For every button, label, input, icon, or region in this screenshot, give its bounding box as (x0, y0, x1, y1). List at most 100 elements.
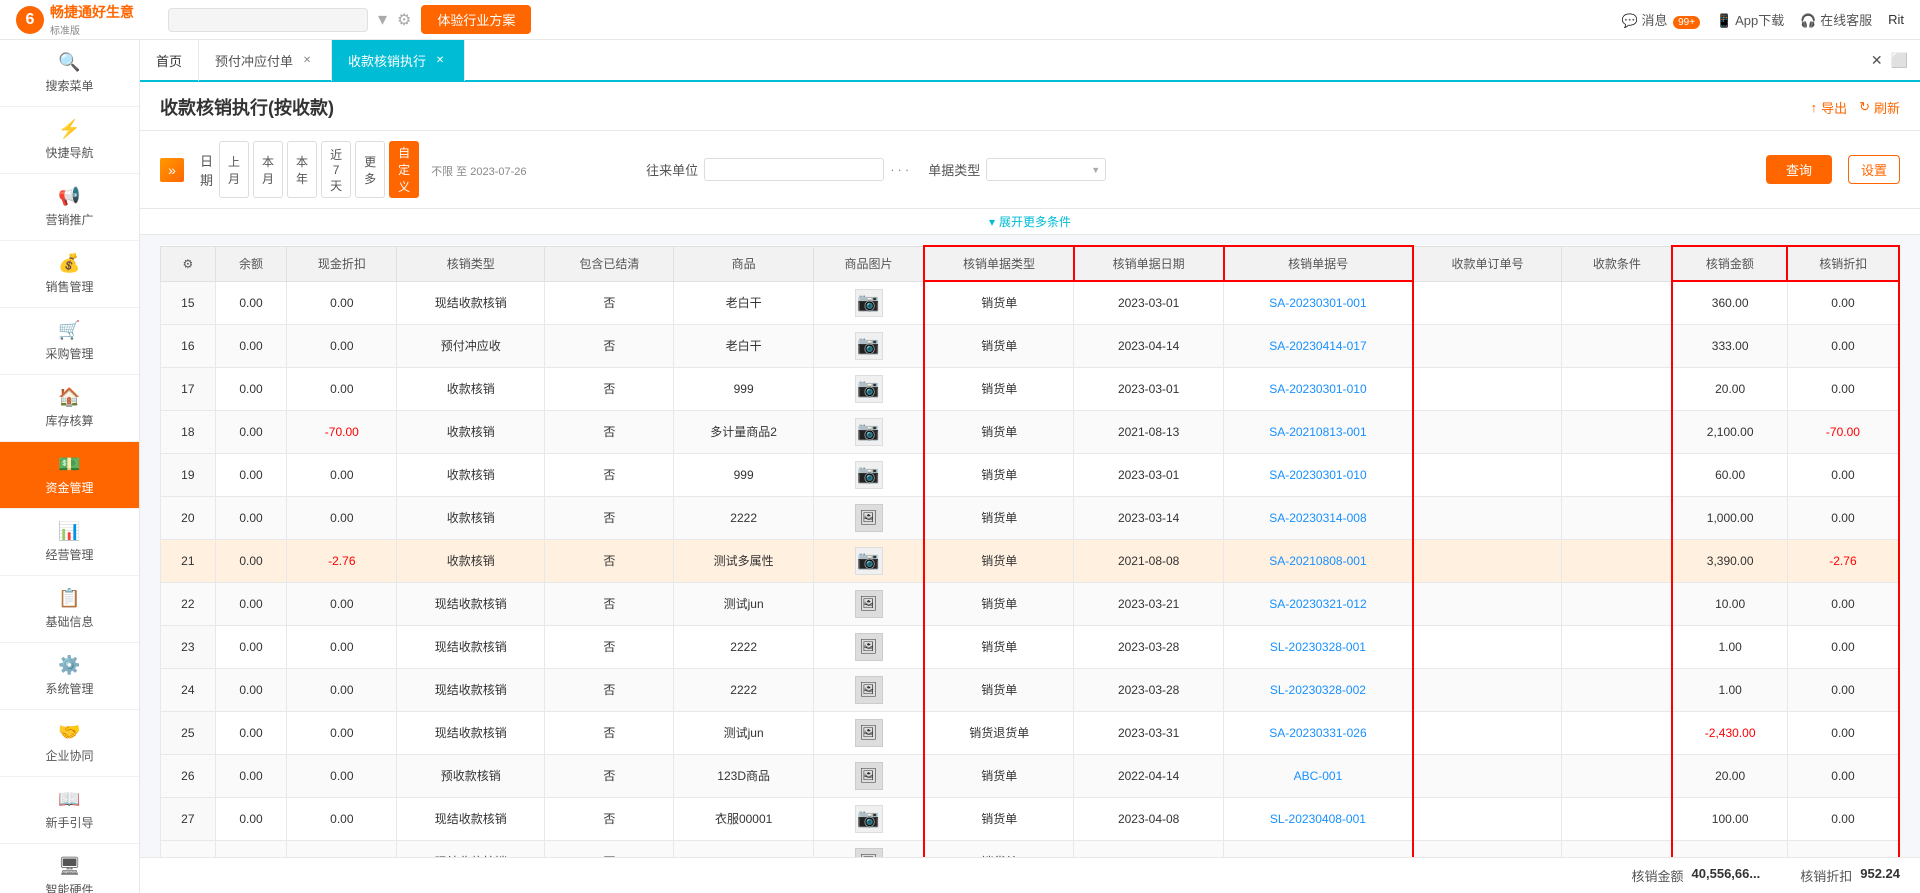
product-img-cell: 🖼 (813, 754, 924, 797)
sidebar-item-system[interactable]: ⚙️ 系统管理 (0, 643, 139, 710)
export-button[interactable]: ↑ 导出 (1811, 98, 1848, 117)
verify-bill-no-link[interactable]: SA-20230301-001 (1269, 296, 1366, 310)
footer-verify-discount: 核销折扣 952.24 (1800, 866, 1900, 885)
verify-amount-cell: 2,100.00 (1707, 425, 1754, 439)
verify-bill-date-cell: 2023-03-14 (1074, 496, 1224, 539)
sidebar-item-sales[interactable]: 💰 销售管理 (0, 241, 139, 308)
verify-type-cell: 现结收款核销 (397, 281, 545, 324)
sidebar-item-marketing[interactable]: 📢 营销推广 (0, 174, 139, 241)
verify-type-cell: 现结收款核销 (397, 625, 545, 668)
verify-bill-no-link[interactable]: SA-20210808-001 (1269, 554, 1366, 568)
balance-cell: 0.00 (215, 711, 287, 754)
verify-bill-no-link[interactable]: SA-20230314-008 (1269, 511, 1366, 525)
settings-button[interactable]: 设置 (1848, 155, 1900, 184)
close-verify-tab[interactable]: ✕ (432, 52, 448, 68)
verify-bill-type-cell: 销货单 (924, 496, 1074, 539)
tab-prepay[interactable]: 预付冲应付单 ✕ (199, 40, 332, 81)
sidebar-item-basic[interactable]: 📋 基础信息 (0, 576, 139, 643)
dropdown-icon[interactable]: ▾ (378, 9, 387, 30)
last-7days-btn[interactable]: 近7天 (321, 141, 351, 198)
verify-bill-no-link[interactable]: SA-20230331-026 (1269, 726, 1366, 740)
product-img-cell: 🖼 (813, 582, 924, 625)
verify-bill-no-cell: ABC-001 (1224, 754, 1413, 797)
table-row: 16 0.00 0.00 预付冲应收 否 老白干 📷 销货单 2023-04-1… (161, 324, 1900, 367)
cash-discount-cell: -2.76 (328, 554, 355, 568)
industry-solution-button[interactable]: 体验行业方案 (421, 5, 531, 34)
col-header-cash-discount: 现金折扣 (287, 246, 397, 281)
verify-bill-no-link[interactable]: SL-20230328-001 (1270, 640, 1366, 654)
verify-bill-no-cell: SA-20230314-008 (1224, 496, 1413, 539)
verify-discount-cell: 0.00 (1831, 468, 1854, 482)
sidebar-item-finance[interactable]: 💵 资金管理 (0, 442, 139, 509)
bill-type-select[interactable] (986, 158, 1106, 181)
sidebar-item-enterprise[interactable]: 🤝 企业协同 (0, 710, 139, 777)
verify-bill-no-link[interactable]: SL-20230328-002 (1270, 683, 1366, 697)
verify-bill-type-cell: 销货单 (924, 453, 1074, 496)
footer-verify-discount-value: 952.24 (1860, 866, 1900, 885)
verify-bill-date-cell: 2023-03-28 (1074, 625, 1224, 668)
cash-discount-cell-wrap: -2.76 (287, 539, 397, 582)
maximize-window-btn[interactable]: ⬜ (1891, 52, 1908, 69)
this-year-btn[interactable]: 本年 (287, 141, 317, 198)
this-month-btn[interactable]: 本月 (253, 141, 283, 198)
verify-bill-no-link[interactable]: SA-20230301-010 (1269, 468, 1366, 482)
row-id-cell: 23 (161, 625, 216, 668)
message-link[interactable]: 💬 消息 99+ (1622, 10, 1700, 29)
sidebar-item-quicknav[interactable]: ⚡ 快捷导航 (0, 107, 139, 174)
verify-type-cell: 预付冲应收 (397, 324, 545, 367)
tab-verify[interactable]: 收款核销执行 ✕ (332, 40, 465, 81)
settings-icon[interactable]: ⚙ (397, 10, 411, 30)
close-prepay-tab[interactable]: ✕ (299, 52, 315, 68)
sidebar-item-guide[interactable]: 📖 新手引导 (0, 777, 139, 844)
sidebar-item-purchase[interactable]: 🛒 采购管理 (0, 308, 139, 375)
verify-bill-no-link[interactable]: SA-20230301-010 (1269, 382, 1366, 396)
more-date-btn[interactable]: 更多 (355, 141, 385, 198)
cash-discount-cell-wrap: 0.00 (287, 625, 397, 668)
sidebar-item-search[interactable]: 🔍 搜索菜单 (0, 40, 139, 107)
receipt-order-no-cell (1413, 367, 1562, 410)
online-service-link[interactable]: 🎧 在线客服 (1800, 10, 1872, 29)
verify-bill-date-cell: 2023-03-01 (1074, 281, 1224, 324)
product-cell: 老白干 (674, 324, 814, 367)
verify-amount-cell-wrap: 20.00 (1672, 754, 1787, 797)
verify-bill-type-cell: 销货单 (924, 797, 1074, 840)
sidebar-item-operations[interactable]: 📊 经营管理 (0, 509, 139, 576)
verify-type-cell: 现结收款核销 (397, 840, 545, 857)
page-content: 收款核销执行(按收款) ↑ 导出 ↻ 刷新 » (140, 82, 1920, 893)
tab-home[interactable]: 首页 (140, 40, 199, 81)
verify-bill-type-cell: 销货单 (924, 410, 1074, 453)
user-name[interactable]: Rit (1888, 12, 1904, 27)
verify-bill-no-link[interactable]: SA-20230321-012 (1269, 597, 1366, 611)
receipt-condition-cell (1562, 582, 1673, 625)
verify-bill-no-link[interactable]: SA-20210813-001 (1269, 425, 1366, 439)
from-unit-input[interactable] (704, 158, 884, 181)
verify-bill-date-cell: 2023-03-31 (1074, 711, 1224, 754)
verify-bill-no-link[interactable]: SA-20230414-017 (1269, 339, 1366, 353)
verify-bill-no-cell: SA-20210813-001 (1224, 410, 1413, 453)
app-download-link[interactable]: 📱 App下载 (1716, 10, 1784, 29)
col-header-gear[interactable]: ⚙ (161, 246, 216, 281)
search-input[interactable] (168, 8, 368, 32)
filter-expand-button[interactable]: » (160, 158, 184, 182)
include-settled-cell: 否 (545, 324, 674, 367)
sidebar-item-hardware[interactable]: 🖥 智能硬件 (0, 844, 139, 893)
col-header-product-img: 商品图片 (813, 246, 924, 281)
verify-bill-type-cell: 销货单 (924, 668, 1074, 711)
verify-bill-no-link[interactable]: SL-20230408-001 (1270, 812, 1366, 826)
cash-discount-cell: 0.00 (330, 640, 353, 654)
footer-verify-amount-label: 核销金额 (1632, 866, 1684, 885)
sidebar-item-inventory[interactable]: 🏠 库存核算 (0, 375, 139, 442)
tab-bar: 首页 预付冲应付单 ✕ 收款核销执行 ✕ ✕ ⬜ (140, 40, 1920, 82)
table-area[interactable]: ⚙ 余额 现金折扣 核销类型 包含已结清 商品 商品图片 核销单据类型 核销单据… (140, 235, 1920, 857)
last-month-btn[interactable]: 上月 (219, 141, 249, 198)
custom-date-btn[interactable]: 自定义 (389, 141, 419, 198)
query-button[interactable]: 查询 (1766, 155, 1832, 184)
verify-bill-no-link[interactable]: ABC-001 (1294, 769, 1343, 783)
verify-amount-cell: 360.00 (1712, 296, 1749, 310)
close-window-btn[interactable]: ✕ (1871, 52, 1883, 69)
verify-amount-cell: 60.00 (1715, 468, 1745, 482)
expand-more-button[interactable]: ▾ 展开更多条件 (989, 213, 1071, 230)
refresh-button[interactable]: ↻ 刷新 (1859, 98, 1900, 117)
receipt-order-no-cell (1413, 711, 1562, 754)
row-id-cell: 15 (161, 281, 216, 324)
